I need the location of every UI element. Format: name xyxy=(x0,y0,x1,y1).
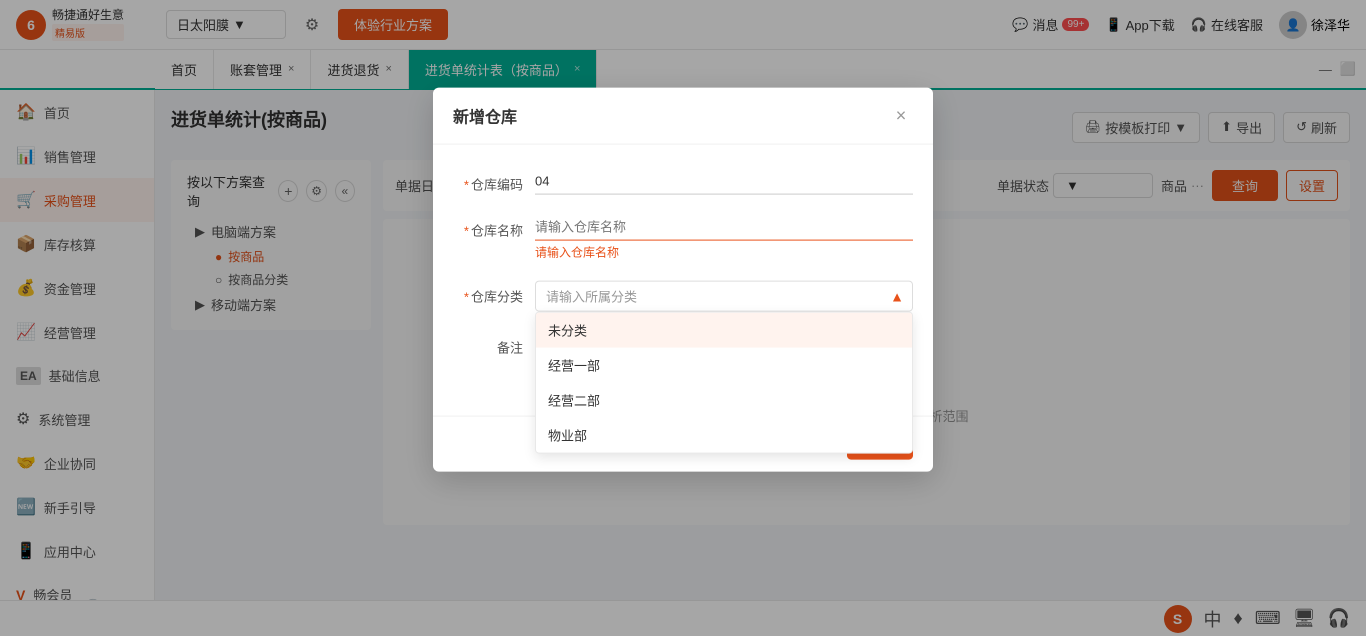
name-error-msg: 请输入仓库名称 xyxy=(535,244,913,261)
category-select[interactable]: 请输入所属分类 ▲ xyxy=(535,281,913,312)
category-field-row: 仓库分类 请输入所属分类 ▲ 未分类 经营一部 经营二部 物业部 xyxy=(453,281,913,312)
modal-title: 新增仓库 xyxy=(453,104,517,128)
code-field-row: 仓库编码 xyxy=(453,169,913,195)
new-warehouse-modal: 新增仓库 × 仓库编码 仓库名称 请输入仓库名称 仓库分类 请输入所属分类 ▲ xyxy=(433,88,933,472)
chevron-up-icon: ▲ xyxy=(890,288,904,304)
category-dropdown: 未分类 经营一部 经营二部 物业部 xyxy=(535,312,913,454)
modal-body: 仓库编码 仓库名称 请输入仓库名称 仓库分类 请输入所属分类 ▲ 未分类 xyxy=(433,145,933,416)
name-field-row: 仓库名称 请输入仓库名称 xyxy=(453,215,913,261)
category-control: 请输入所属分类 ▲ 未分类 经营一部 经营二部 物业部 xyxy=(535,281,913,312)
category-option-unclassified[interactable]: 未分类 xyxy=(536,313,912,348)
category-option-dept1[interactable]: 经营一部 xyxy=(536,348,912,383)
code-label: 仓库编码 xyxy=(453,169,523,194)
category-option-dept2[interactable]: 经营二部 xyxy=(536,383,912,418)
modal-close-button[interactable]: × xyxy=(889,104,913,128)
name-label: 仓库名称 xyxy=(453,215,523,240)
note-label: 备注 xyxy=(453,332,523,357)
name-input[interactable] xyxy=(535,215,913,241)
code-input[interactable] xyxy=(535,169,913,195)
modal-header: 新增仓库 × xyxy=(433,88,933,145)
category-placeholder: 请输入所属分类 xyxy=(546,287,637,306)
name-control: 请输入仓库名称 xyxy=(535,215,913,261)
code-control xyxy=(535,169,913,195)
category-label: 仓库分类 xyxy=(453,281,523,306)
category-option-property[interactable]: 物业部 xyxy=(536,418,912,453)
